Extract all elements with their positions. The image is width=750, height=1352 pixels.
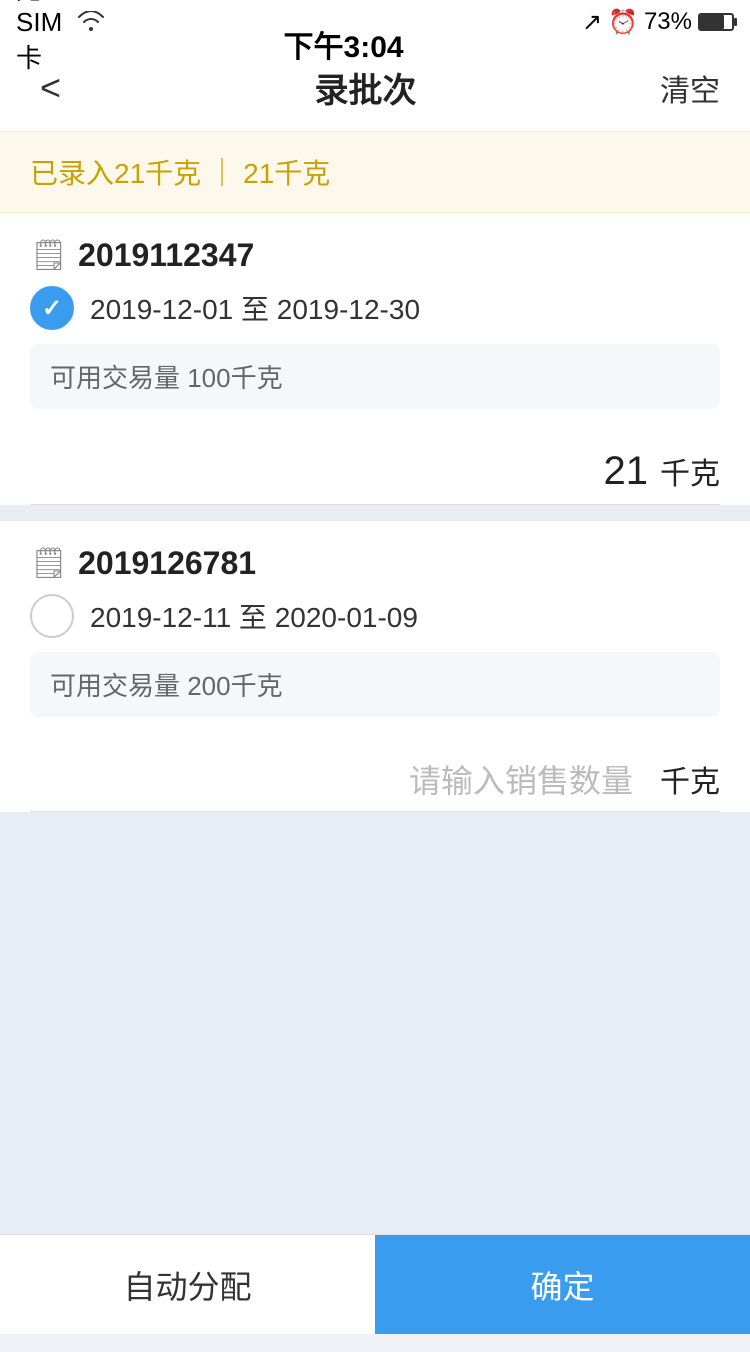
quantity-input-2[interactable] <box>30 763 648 800</box>
doc-icon-1: 🗒 <box>30 238 68 273</box>
batch-card-1: 🗒 2019112347 2019-12-01 至 2019-12-30 可用交… <box>0 213 750 505</box>
battery-icon <box>698 13 734 31</box>
input-unit-2: 千克 <box>660 757 720 801</box>
avail-label-1: 可用交易量 100千克 <box>50 363 283 393</box>
page-title: 录批次 <box>315 63 417 112</box>
wifi-icon <box>77 7 105 38</box>
doc-icon-2: 🗒 <box>30 546 68 581</box>
radio-1[interactable] <box>30 286 74 330</box>
clear-button[interactable]: 清空 <box>660 66 720 110</box>
section-separator <box>0 505 750 521</box>
content-area: 🗒 2019112347 2019-12-01 至 2019-12-30 可用交… <box>0 213 750 1352</box>
amount-value-1: 21 <box>604 449 649 494</box>
status-time: 下午3:04 <box>284 22 404 66</box>
batch-id-row-2: 🗒 2019126781 <box>30 545 720 582</box>
avail-box-2: 可用交易量 200千克 <box>30 652 720 717</box>
info-divider <box>221 158 223 186</box>
batch-id-2: 2019126781 <box>78 545 256 582</box>
info-banner: 已录入21千克 21千克 <box>0 132 750 213</box>
date-range-2: 2019-12-11 至 2020-01-09 <box>90 596 418 636</box>
empty-area <box>0 812 750 1252</box>
batch-id-1: 2019112347 <box>78 237 254 274</box>
bottom-bar: 自动分配 确定 <box>0 1234 750 1334</box>
input-row-2: 千克 <box>0 737 750 811</box>
amount-unit-1: 千克 <box>660 449 720 493</box>
date-range-1: 2019-12-01 至 2019-12-30 <box>90 288 420 328</box>
battery-label: 73% <box>644 8 692 36</box>
avail-box-1: 可用交易量 100千克 <box>30 344 720 409</box>
auto-distribute-button[interactable]: 自动分配 <box>0 1235 375 1334</box>
status-bar: 无SIM卡 下午3:04 ↗ ⏰ 73% <box>0 0 750 44</box>
location-icon: ↗ <box>582 8 602 37</box>
date-row-1[interactable]: 2019-12-01 至 2019-12-30 <box>30 286 720 330</box>
radio-2[interactable] <box>30 594 74 638</box>
alarm-icon: ⏰ <box>608 8 638 37</box>
batch-id-row-1: 🗒 2019112347 <box>30 237 720 274</box>
date-row-2[interactable]: 2019-12-11 至 2020-01-09 <box>30 594 720 638</box>
info-value: 21千克 <box>243 152 330 192</box>
amount-row-1: 21 千克 <box>0 429 750 504</box>
back-button[interactable]: < <box>30 57 71 119</box>
recorded-amount-label: 已录入21千克 <box>30 152 201 192</box>
confirm-button[interactable]: 确定 <box>375 1235 750 1334</box>
batch-card-2: 🗒 2019126781 2019-12-11 至 2020-01-09 可用交… <box>0 521 750 812</box>
status-right: ↗ ⏰ 73% <box>582 8 734 37</box>
avail-label-2: 可用交易量 200千克 <box>50 671 283 701</box>
